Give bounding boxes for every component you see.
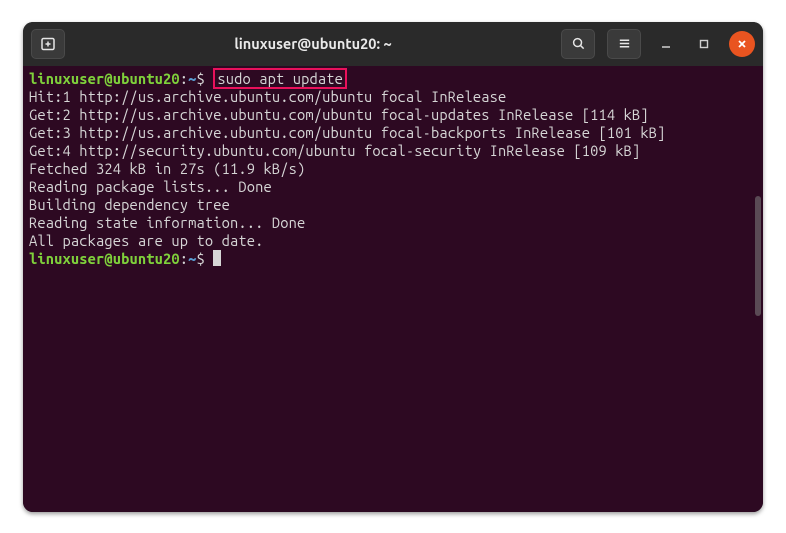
prompt-path: ~ bbox=[188, 70, 196, 87]
titlebar: linuxuser@ubuntu20: ~ bbox=[23, 22, 763, 66]
maximize-button[interactable] bbox=[691, 31, 717, 57]
output-line: Building dependency tree bbox=[29, 196, 757, 214]
output-line: Get:4 http://security.ubuntu.com/ubuntu … bbox=[29, 142, 757, 160]
window-title: linuxuser@ubuntu20: ~ bbox=[79, 35, 547, 52]
output-line: All packages are up to date. bbox=[29, 232, 757, 250]
prompt-separator: : bbox=[180, 70, 188, 87]
search-button[interactable] bbox=[561, 29, 595, 59]
hamburger-menu-button[interactable] bbox=[607, 29, 641, 59]
highlighted-command: sudo apt update bbox=[213, 68, 347, 89]
output-line: Get:3 http://us.archive.ubuntu.com/ubunt… bbox=[29, 124, 757, 142]
titlebar-right-group bbox=[561, 29, 755, 59]
prompt-separator: : bbox=[180, 250, 188, 267]
prompt-symbol: $ bbox=[197, 70, 205, 87]
prompt-user-host: linuxuser@ubuntu20 bbox=[29, 250, 180, 267]
terminal-output-area[interactable]: linuxuser@ubuntu20:~$ sudo apt update Hi… bbox=[23, 66, 763, 512]
new-tab-button[interactable] bbox=[31, 29, 65, 59]
output-line: Reading package lists... Done bbox=[29, 178, 757, 196]
terminal-window: linuxuser@ubuntu20: ~ li bbox=[23, 22, 763, 512]
output-line: Hit:1 http://us.archive.ubuntu.com/ubunt… bbox=[29, 88, 757, 106]
close-button[interactable] bbox=[729, 31, 755, 57]
scrollbar-thumb[interactable] bbox=[755, 196, 761, 316]
prompt-path: ~ bbox=[188, 250, 196, 267]
output-line: Get:2 http://us.archive.ubuntu.com/ubunt… bbox=[29, 106, 757, 124]
prompt-line: linuxuser@ubuntu20:~$ sudo apt update bbox=[29, 70, 757, 88]
minimize-button[interactable] bbox=[653, 31, 679, 57]
output-line: Reading state information... Done bbox=[29, 214, 757, 232]
prompt-symbol: $ bbox=[197, 250, 205, 267]
output-line: Fetched 324 kB in 27s (11.9 kB/s) bbox=[29, 160, 757, 178]
prompt-idle-line: linuxuser@ubuntu20:~$ bbox=[29, 250, 757, 268]
prompt-user-host: linuxuser@ubuntu20 bbox=[29, 70, 180, 87]
cursor-icon bbox=[213, 250, 221, 266]
